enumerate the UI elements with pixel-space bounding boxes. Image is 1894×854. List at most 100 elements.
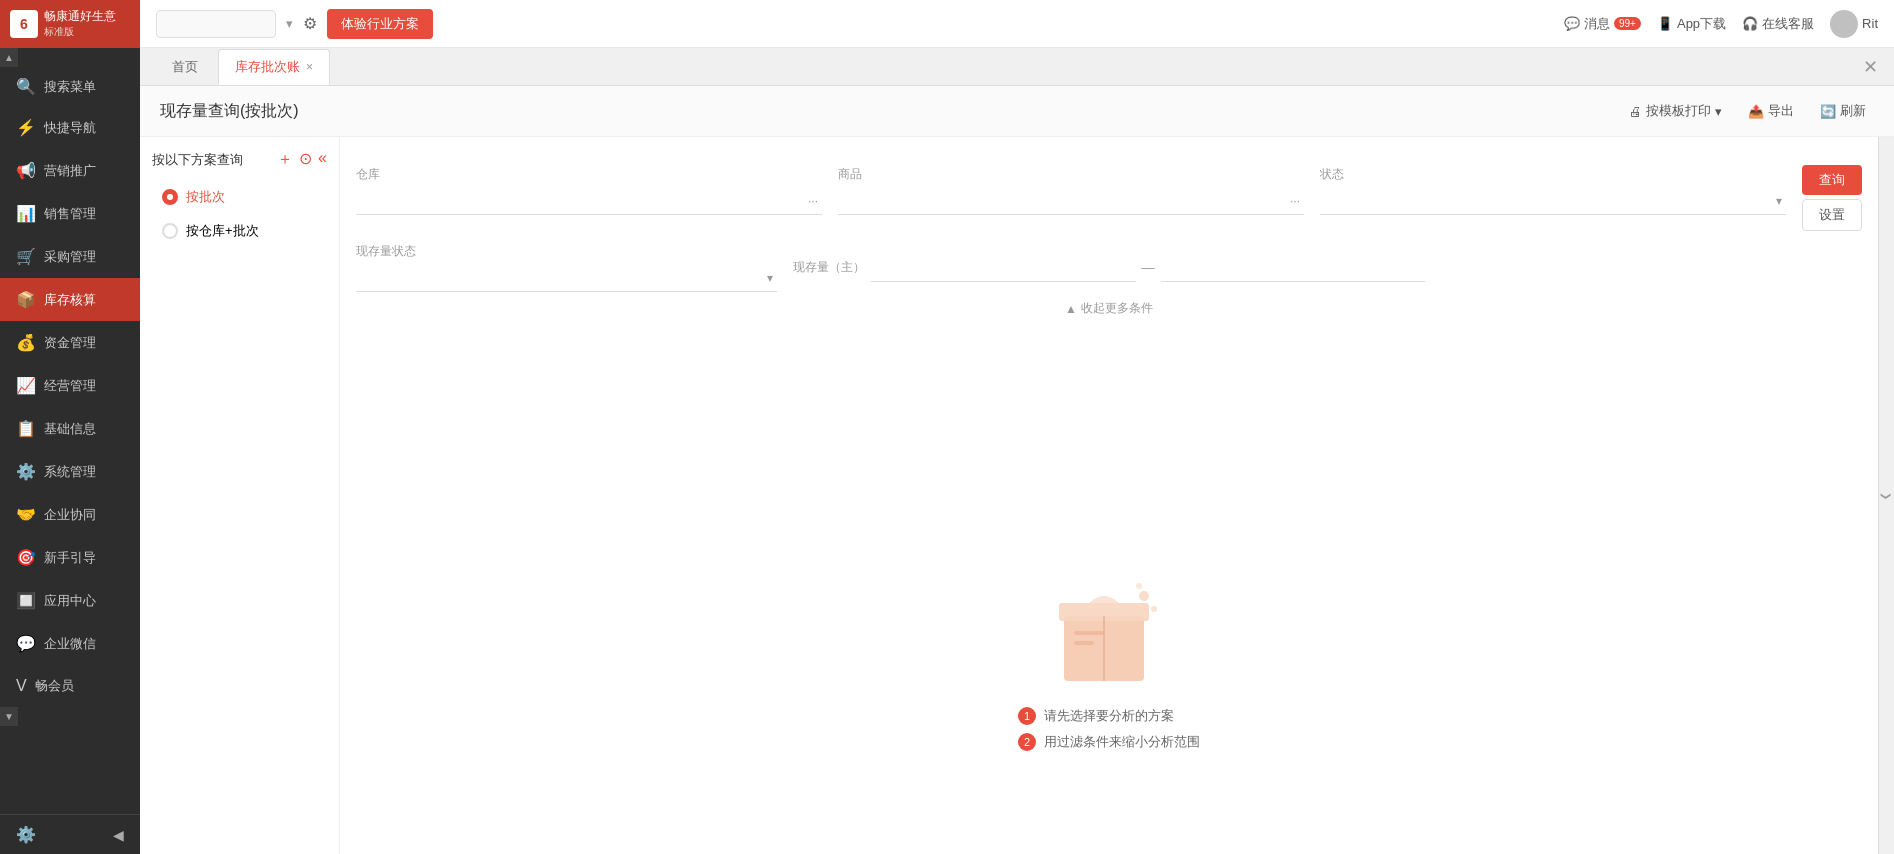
filter-right-panel: 仓库 ··· 商品 ··· (340, 137, 1878, 468)
sidebar-item-search-label: 搜索菜单 (44, 78, 96, 96)
refresh-button[interactable]: 🔄 刷新 (1812, 98, 1874, 124)
sidebar-item-system-label: 系统管理 (44, 463, 96, 481)
empty-illustration (1039, 571, 1179, 691)
sidebar-item-apps[interactable]: 🔲 应用中心 (0, 579, 140, 622)
export-button[interactable]: 📤 导出 (1740, 98, 1802, 124)
tab-bar: 首页 库存批次账 × ✕ (140, 48, 1894, 86)
tab-home[interactable]: 首页 (156, 50, 214, 84)
sidebar: 6 畅康通好生意 标准版 ▲ 🔍 搜索菜单 ⚡ 快捷导航 📢 营销推广 📊 销售… (0, 0, 140, 854)
top-bar: ▾ ⚙ 体验行业方案 💬 消息 99+ 📱 App下载 🎧 在线客服 Rit (140, 0, 1894, 48)
query-button[interactable]: 查询 (1802, 165, 1862, 195)
print-icon: 🖨 (1629, 104, 1642, 119)
sidebar-item-guide[interactable]: 🎯 新手引导 (0, 536, 140, 579)
svg-rect-7 (1074, 641, 1094, 645)
warehouse-input[interactable] (356, 187, 822, 215)
dropdown-arrow-icon[interactable]: ▾ (286, 16, 293, 31)
product-label: 商品 (838, 166, 1304, 183)
main-area: ▾ ⚙ 体验行业方案 💬 消息 99+ 📱 App下载 🎧 在线客服 Rit (140, 0, 1894, 854)
filter-option-warehouse-batch-label: 按仓库+批次 (186, 222, 259, 240)
svg-point-4 (1151, 606, 1157, 612)
user-avatar[interactable]: Rit (1830, 10, 1878, 38)
svg-rect-6 (1074, 631, 1104, 635)
tab-close-icon[interactable]: × (306, 60, 313, 74)
guide-icon: 🎯 (16, 548, 36, 567)
topbar-settings-icon[interactable]: ⚙ (303, 14, 317, 33)
sidebar-item-collab[interactable]: 🤝 企业协同 (0, 493, 140, 536)
empty-svg (1039, 571, 1179, 691)
sidebar-item-wechat-label: 企业微信 (44, 635, 96, 653)
message-icon: 💬 (1564, 16, 1580, 31)
quantity-min-input[interactable] (871, 254, 1135, 282)
export-label: 导出 (1768, 102, 1794, 120)
messages-button[interactable]: 💬 消息 99+ (1564, 15, 1641, 33)
inventory-status-select[interactable] (356, 264, 777, 292)
sidebar-item-wechat[interactable]: 💬 企业微信 (0, 622, 140, 665)
export-icon: 📤 (1748, 104, 1764, 119)
sidebar-item-ops[interactable]: 📈 经营管理 (0, 364, 140, 407)
collapse-panel-icon[interactable]: « (318, 149, 327, 170)
filter-option-warehouse-batch[interactable]: 按仓库+批次 (152, 214, 327, 248)
status-label: 状态 (1320, 166, 1786, 183)
tab-inventory-batch[interactable]: 库存批次账 × (218, 49, 330, 85)
action-buttons: 查询 设置 (1802, 149, 1862, 231)
online-service-button[interactable]: 🎧 在线客服 (1742, 15, 1814, 33)
sidebar-item-finance[interactable]: 💰 资金管理 (0, 321, 140, 364)
footer-settings-icon[interactable]: ⚙️ (16, 825, 36, 844)
footer-collapse-icon[interactable]: ◀ (113, 827, 124, 843)
edition-label: 标准版 (44, 25, 116, 39)
sidebar-item-search[interactable]: 🔍 搜索菜单 (0, 67, 140, 106)
warehouse-label: 仓库 (356, 166, 822, 183)
chevron-up-icon: ▲ (1065, 302, 1077, 316)
quantity-max-input[interactable] (1161, 254, 1425, 282)
company-name: 畅康通好生意 (44, 9, 116, 25)
sidebar-item-basic[interactable]: 📋 基础信息 (0, 407, 140, 450)
tab-inventory-batch-label: 库存批次账 (235, 58, 300, 76)
sidebar-item-inventory[interactable]: 📦 库存核算 (0, 278, 140, 321)
warehouse-more-icon[interactable]: ··· (808, 194, 818, 208)
sidebar-item-finance-label: 资金管理 (44, 334, 96, 352)
product-more-icon[interactable]: ··· (1290, 194, 1300, 208)
add-scheme-icon[interactable]: ＋ (277, 149, 293, 170)
sidebar-item-system[interactable]: ⚙️ 系统管理 (0, 450, 140, 493)
print-dropdown-icon[interactable]: ▾ (1715, 104, 1722, 119)
print-button[interactable]: 🖨 按模板打印 ▾ (1621, 98, 1730, 124)
sidebar-item-member[interactable]: V 畅会员 (0, 665, 140, 707)
sidebar-item-shortcut[interactable]: ⚡ 快捷导航 (0, 106, 140, 149)
tab-close-all-icon[interactable]: ✕ (1863, 56, 1878, 78)
sidebar-item-sales[interactable]: 📊 销售管理 (0, 192, 140, 235)
top-search-input[interactable] (156, 10, 276, 38)
warehouse-input-wrap: ··· (356, 187, 822, 215)
right-collapse-panel[interactable]: ❯ (1878, 137, 1894, 854)
app-download-button[interactable]: 📱 App下载 (1657, 15, 1726, 33)
shortcut-icon: ⚡ (16, 118, 36, 137)
status-select[interactable] (1320, 187, 1786, 215)
collapse-button[interactable]: ▲ 收起更多条件 (356, 292, 1862, 325)
sidebar-item-purchase[interactable]: 🛒 采购管理 (0, 235, 140, 278)
refresh-icon: 🔄 (1820, 104, 1836, 119)
scheme-settings-icon[interactable]: ⊙ (299, 149, 312, 170)
sidebar-item-basic-label: 基础信息 (44, 420, 96, 438)
sidebar-item-marketing[interactable]: 📢 营销推广 (0, 149, 140, 192)
collab-icon: 🤝 (16, 505, 36, 524)
empty-steps: 1 请先选择要分析的方案 2 用过滤条件来缩小分析范围 (1018, 707, 1200, 751)
sidebar-item-sales-label: 销售管理 (44, 205, 96, 223)
filter-right-area: 仓库 ··· 商品 ··· (340, 137, 1878, 854)
inventory-icon: 📦 (16, 290, 36, 309)
inventory-status-field: 现存量状态 ▾ (356, 243, 777, 292)
radio-warehouse-batch (162, 223, 178, 239)
svg-point-3 (1139, 591, 1149, 601)
scroll-up-btn[interactable]: ▲ (0, 48, 18, 67)
settings-button[interactable]: 设置 (1802, 199, 1862, 231)
sidebar-item-guide-label: 新手引导 (44, 549, 96, 567)
sidebar-menu: ▲ 🔍 搜索菜单 ⚡ 快捷导航 📢 营销推广 📊 销售管理 🛒 采购管理 📦 库… (0, 48, 140, 814)
inventory-quantity-label: 现存量（主） (793, 259, 865, 276)
message-badge: 99+ (1614, 17, 1641, 30)
sidebar-item-member-label: 畅会员 (35, 677, 74, 695)
empty-step-1: 1 请先选择要分析的方案 (1018, 707, 1200, 725)
experience-button[interactable]: 体验行业方案 (327, 9, 433, 39)
sales-icon: 📊 (16, 204, 36, 223)
filter-row-2: 现存量状态 ▾ 现存量（主） — (356, 243, 1862, 292)
product-input[interactable] (838, 187, 1304, 215)
scroll-down-btn[interactable]: ▼ (0, 707, 18, 726)
filter-option-batch[interactable]: 按批次 (152, 180, 327, 214)
